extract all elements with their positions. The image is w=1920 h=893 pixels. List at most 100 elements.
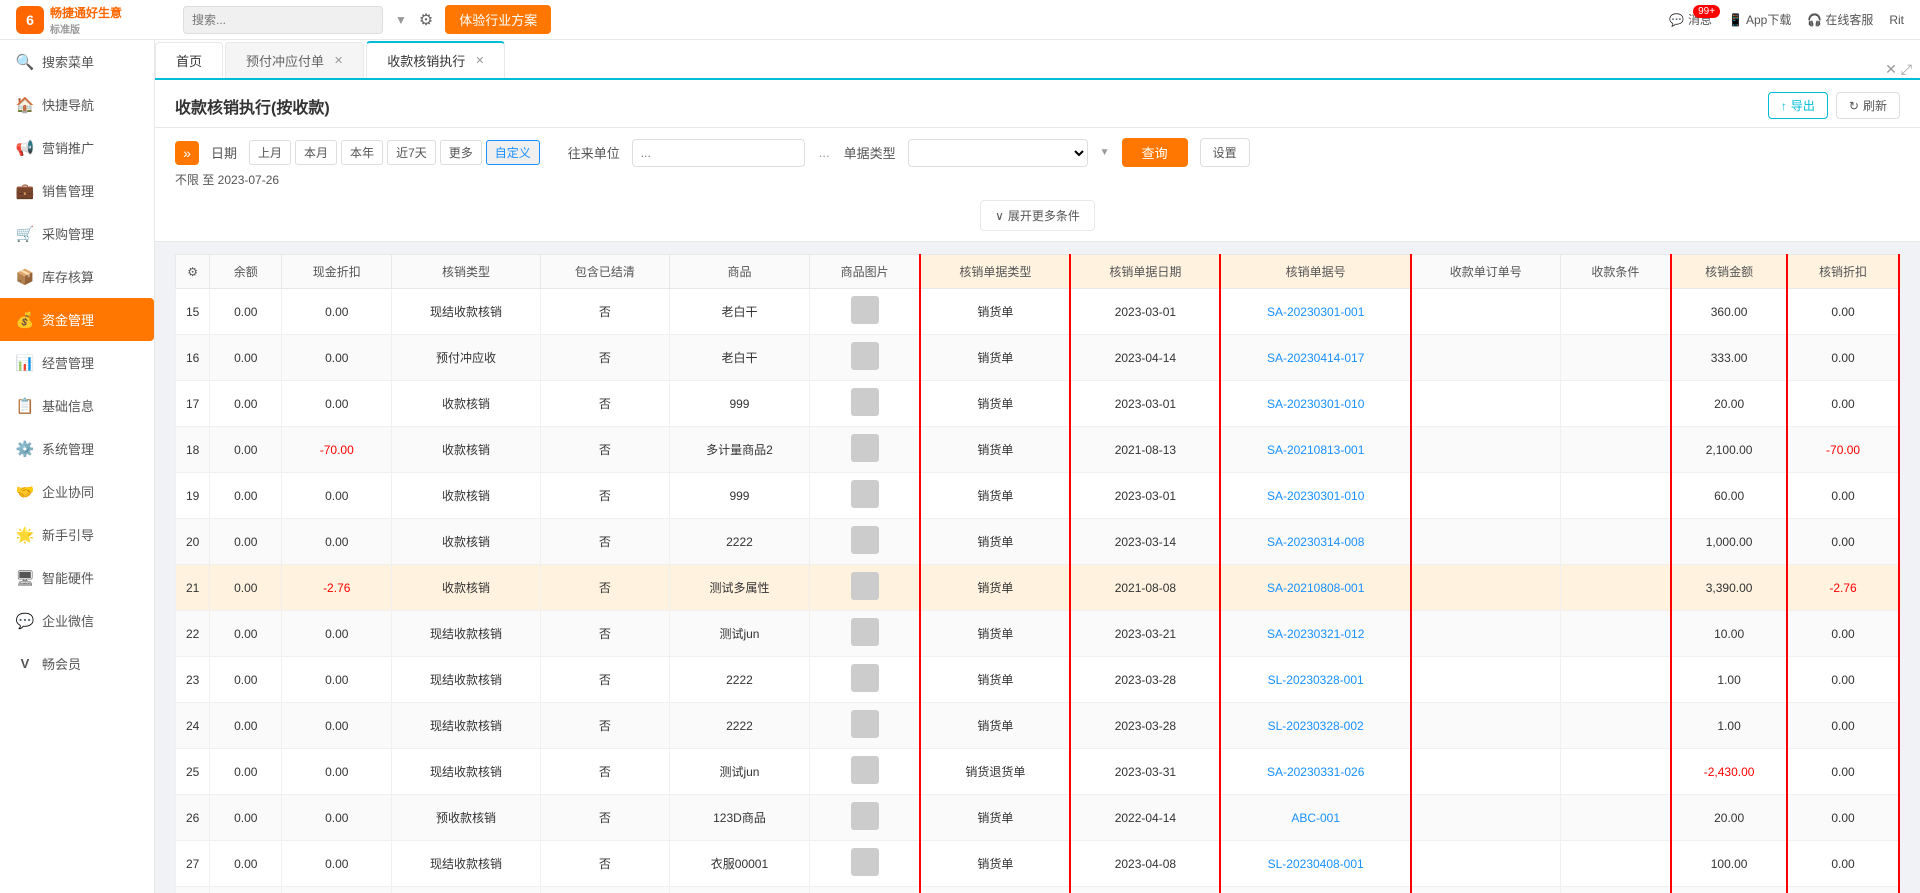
tab-home[interactable]: 首页 — [155, 42, 223, 78]
doc-no-link[interactable]: SA-20230314-008 — [1267, 535, 1364, 549]
query-button[interactable]: 查询 — [1122, 138, 1188, 167]
td-balance: 0.00 — [210, 473, 282, 519]
sidebar-item-basic[interactable]: 📋 基础信息 — [0, 384, 154, 427]
online-service-link[interactable]: 🎧 在线客服 — [1807, 11, 1873, 28]
tab-collection-close[interactable]: ✕ — [475, 54, 484, 67]
td-doc-date: 2023-04-18 — [1070, 887, 1220, 893]
tab-prepay[interactable]: 预付冲应付单 ✕ — [225, 42, 364, 78]
sidebar-item-wechat[interactable]: 💬 企业微信 — [0, 599, 154, 642]
sidebar-item-sales[interactable]: 💼 销售管理 — [0, 169, 154, 212]
td-doc-no[interactable]: SA-20230331-026 — [1220, 749, 1411, 795]
sidebar-item-member[interactable]: V 畅会员 — [0, 642, 154, 685]
td-receipt-no — [1411, 473, 1560, 519]
td-discount: 0.00 — [1787, 841, 1899, 887]
td-doc-no[interactable]: SA-20230301-010 — [1220, 381, 1411, 427]
counterparty-input[interactable] — [632, 139, 805, 167]
date-btn-last-month[interactable]: 上月 — [249, 140, 291, 165]
td-discount: 0.00 — [1787, 289, 1899, 335]
doc-no-link[interactable]: SL-20230328-002 — [1268, 719, 1364, 733]
main-content: 首页 预付冲应付单 ✕ 收款核销执行 ✕ ✕ ⤢ 收款核销执行(按收款) — [155, 40, 1920, 893]
table-row: 19 0.00 0.00 收款核销 否 999 销货单 2023-03-01 S… — [176, 473, 1900, 519]
tab-bar-end: ✕ ⤢ — [1877, 61, 1920, 78]
td-doc-no[interactable]: SL-20230328-002 — [1220, 703, 1411, 749]
user-area[interactable]: Rit — [1889, 13, 1904, 27]
sidebar-item-business[interactable]: 📊 经营管理 — [0, 341, 154, 384]
table-row: 17 0.00 0.00 收款核销 否 999 销货单 2023-03-01 S… — [176, 381, 1900, 427]
doc-no-link[interactable]: SA-20230414-017 — [1267, 351, 1364, 365]
doc-no-link[interactable]: SL-20230408-001 — [1268, 857, 1364, 871]
sidebar-item-finance[interactable]: 💰 资金管理 — [0, 298, 154, 341]
doc-no-link[interactable]: SA-20230331-026 — [1267, 765, 1364, 779]
td-doc-type: 销货单 — [920, 887, 1070, 893]
notification-area[interactable]: 💬 消息 99+ — [1669, 11, 1712, 28]
td-doc-type: 销货退货单 — [920, 749, 1070, 795]
wechat-icon: 💬 — [16, 612, 34, 630]
tab-home-label: 首页 — [176, 51, 202, 70]
td-doc-no[interactable]: SA-20210808-001 — [1220, 565, 1411, 611]
td-goods: 测试jun — [670, 611, 810, 657]
doc-no-link[interactable]: SA-20230301-010 — [1267, 489, 1364, 503]
td-doc-no[interactable]: SA-20230301-010 — [1220, 473, 1411, 519]
td-doc-no[interactable]: SL-20230328-001 — [1220, 657, 1411, 703]
td-receipt-no — [1411, 565, 1560, 611]
tab-expand-icon[interactable]: ⤢ — [1901, 61, 1912, 78]
tab-prepay-close[interactable]: ✕ — [334, 54, 343, 67]
td-doc-no[interactable]: SA-20210813-001 — [1220, 427, 1411, 473]
tab-collection[interactable]: 收款核销执行 ✕ — [366, 41, 505, 78]
td-doc-no[interactable]: SA-20230321-012 — [1220, 611, 1411, 657]
refresh-button[interactable]: ↻ 刷新 — [1836, 92, 1900, 119]
sidebar-item-hardware[interactable]: 🖥 智能硬件 — [0, 556, 154, 599]
td-doc-no[interactable]: SA-20230314-008 — [1220, 519, 1411, 565]
filter-expand-button[interactable]: » — [175, 141, 199, 165]
doc-no-link[interactable]: SA-20210813-001 — [1267, 443, 1364, 457]
sidebar-item-search[interactable]: 🔍 搜索菜单 — [0, 40, 154, 83]
solution-button[interactable]: 体验行业方案 — [445, 5, 551, 34]
doc-no-link[interactable]: SA-20230321-012 — [1267, 627, 1364, 641]
sidebar-item-inventory[interactable]: 📦 库存核算 — [0, 255, 154, 298]
date-btn-more[interactable]: 更多 — [440, 140, 482, 165]
td-payment-term — [1560, 887, 1671, 893]
td-verify-type: 现结收款核销 — [392, 749, 540, 795]
voucher-type-select[interactable] — [908, 139, 1088, 167]
td-receipt-no — [1411, 841, 1560, 887]
doc-no-link[interactable]: SL-20230328-001 — [1268, 673, 1364, 687]
expand-conditions-button[interactable]: ∨ 展开更多条件 — [980, 200, 1095, 231]
td-doc-type: 销货单 — [920, 473, 1070, 519]
doc-no-link[interactable]: SA-20210808-001 — [1267, 581, 1364, 595]
td-amount: 100.00 — [1671, 887, 1787, 893]
td-goods-img — [809, 611, 920, 657]
date-btn-this-month[interactable]: 本月 — [295, 140, 337, 165]
date-btn-this-year[interactable]: 本年 — [341, 140, 383, 165]
doc-no-link[interactable]: ABC-001 — [1291, 811, 1340, 825]
td-doc-no[interactable]: SA-20230414-017 — [1220, 335, 1411, 381]
sidebar-item-collab[interactable]: 🤝 企业协同 — [0, 470, 154, 513]
td-doc-no[interactable]: SL-20230418-001 — [1220, 887, 1411, 893]
date-custom-button[interactable]: 自定义 — [486, 140, 540, 165]
member-icon: V — [16, 655, 34, 673]
brand-area: 6 畅捷通好生意 标准版 — [16, 4, 171, 36]
doc-no-link[interactable]: SA-20230301-010 — [1267, 397, 1364, 411]
settings-button[interactable]: 设置 — [1200, 138, 1250, 167]
td-doc-date: 2023-04-14 — [1070, 335, 1220, 381]
td-amount: 100.00 — [1671, 841, 1787, 887]
td-goods: 多计量商品2 — [670, 427, 810, 473]
search-input-top[interactable] — [183, 6, 383, 34]
td-goods: 2222 — [670, 703, 810, 749]
gear-icon[interactable]: ⚙ — [419, 10, 433, 30]
tab-close-icon[interactable]: ✕ — [1885, 61, 1897, 78]
td-payment-term — [1560, 611, 1671, 657]
sidebar-item-quicknav[interactable]: 🏠 快捷导航 — [0, 83, 154, 126]
table-scroll[interactable]: ⚙ 余额 现金折扣 核销类型 包含已结清 商品 商品图片 核销单据类型 核销单据… — [175, 254, 1900, 893]
export-button[interactable]: ↑ 导出 — [1768, 92, 1828, 119]
app-download-link[interactable]: 📱 App下载 — [1728, 11, 1791, 28]
td-doc-no[interactable]: SL-20230408-001 — [1220, 841, 1411, 887]
doc-no-link[interactable]: SA-20230301-001 — [1267, 305, 1364, 319]
date-btn-7days[interactable]: 近7天 — [387, 140, 436, 165]
td-doc-no[interactable]: SA-20230301-001 — [1220, 289, 1411, 335]
sidebar-item-guide[interactable]: 🌟 新手引导 — [0, 513, 154, 556]
td-goods-img — [809, 473, 920, 519]
sidebar-item-purchase[interactable]: 🛒 采购管理 — [0, 212, 154, 255]
td-doc-no[interactable]: ABC-001 — [1220, 795, 1411, 841]
sidebar-item-marketing[interactable]: 📢 营销推广 — [0, 126, 154, 169]
sidebar-item-system[interactable]: ⚙️ 系统管理 — [0, 427, 154, 470]
